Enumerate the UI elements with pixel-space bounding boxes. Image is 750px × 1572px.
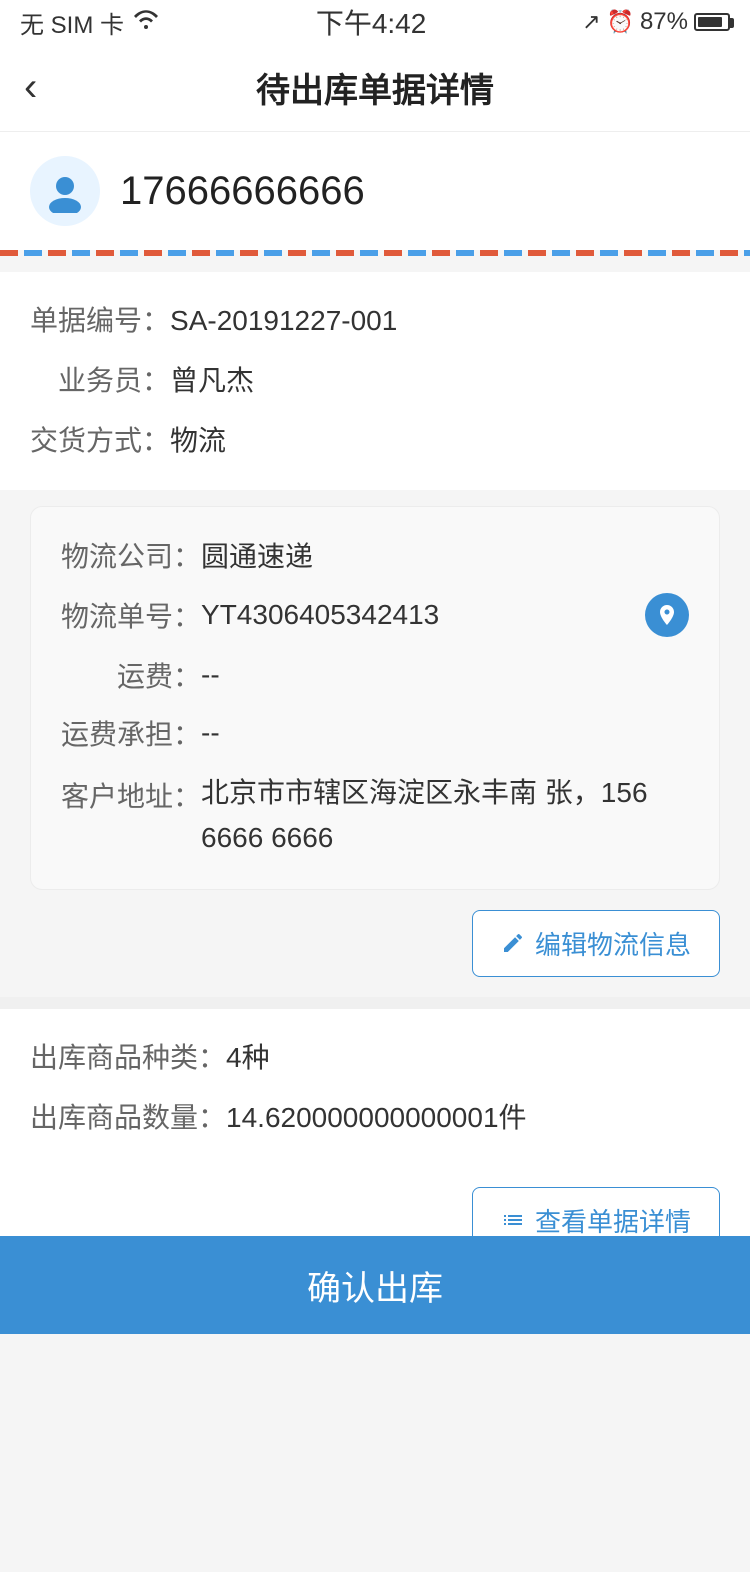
user-phone: 17666666666	[120, 169, 365, 214]
product-quantity-label: 出库商品数量：	[30, 1097, 226, 1139]
tracking-value: YT43064053424​13	[201, 599, 633, 631]
freight-bear-label: 运费承担：	[61, 713, 201, 753]
freight-bear-value: --	[201, 717, 689, 749]
order-no-label: 单据编号：	[30, 300, 170, 342]
salesman-label: 业务员：	[30, 360, 170, 402]
salesman-row: 业务员： 曾凡杰	[30, 360, 720, 402]
battery-label: 87%	[640, 8, 688, 36]
confirm-button-label: 确认出库	[307, 1261, 443, 1310]
section-divider-1	[0, 997, 750, 1009]
freight-row: 运费： --	[61, 655, 689, 695]
status-right: ↗ ⏰ 87%	[582, 8, 730, 36]
avatar	[30, 156, 100, 226]
address-label: 客户地址：	[61, 775, 201, 815]
view-detail-label: 查看单据详情	[535, 1202, 691, 1239]
product-quantity-row: 出库商品数量： 14.620000000000001件	[30, 1097, 720, 1139]
address-row: 客户地址： 北京市市辖区海淀区永丰南 张，156 6666 6666	[61, 771, 689, 861]
basic-info-section: 单据编号： SA-20191227-001 业务员： 曾凡杰 交货方式： 物流	[0, 272, 750, 490]
dashed-divider	[0, 250, 750, 256]
nav-bar: ‹ 待出库单据详情	[0, 44, 750, 132]
page-title: 待出库单据详情	[256, 63, 494, 112]
delivery-value: 物流	[170, 420, 720, 462]
delivery-row: 交货方式： 物流	[30, 420, 720, 462]
freight-bear-row: 运费承担： --	[61, 713, 689, 753]
edit-logistics-label: 编辑物流信息	[535, 925, 691, 962]
location-arrow-icon: ↗	[582, 9, 600, 35]
logistics-company-row: 物流公司： 圆通速递	[61, 535, 689, 575]
status-bar: 无 SIM 卡 下午4:42 ↗ ⏰ 87%	[0, 0, 750, 44]
wifi-icon	[132, 8, 160, 36]
confirm-button[interactable]: 确认出库	[0, 1236, 750, 1334]
user-icon	[43, 169, 87, 213]
back-button[interactable]: ‹	[24, 65, 37, 110]
logistics-card: 物流公司： 圆通速递 物流单号： YT43064053424​13 运费： --…	[30, 506, 720, 890]
location-icon-button[interactable]	[645, 593, 689, 637]
logistics-company-value: 圆通速递	[201, 535, 689, 575]
freight-value: --	[201, 659, 689, 691]
time-label: 下午4:42	[316, 2, 427, 42]
salesman-value: 曾凡杰	[170, 360, 720, 402]
delivery-label: 交货方式：	[30, 420, 170, 462]
user-header: 17666666666	[0, 132, 750, 250]
tracking-row: 物流单号： YT43064053424​13	[61, 593, 689, 637]
product-type-value: 4种	[226, 1037, 720, 1079]
product-info-section: 出库商品种类： 4种 出库商品数量： 14.620000000000001件	[0, 1009, 750, 1167]
edit-icon	[501, 931, 525, 955]
status-left: 无 SIM 卡	[20, 5, 160, 40]
address-value: 北京市市辖区海淀区永丰南 张，156 6666 6666	[201, 771, 689, 861]
list-icon	[501, 1208, 525, 1232]
order-no-row: 单据编号： SA-20191227-001	[30, 300, 720, 342]
map-pin-icon	[655, 603, 679, 627]
alarm-icon: ⏰	[607, 9, 634, 35]
edit-logistics-button[interactable]: 编辑物流信息	[472, 910, 720, 977]
battery-icon	[694, 13, 730, 31]
product-type-row: 出库商品种类： 4种	[30, 1037, 720, 1079]
order-no-value: SA-20191227-001	[170, 300, 720, 342]
freight-label: 运费：	[61, 655, 201, 695]
product-quantity-value: 14.620000000000001件	[226, 1097, 720, 1139]
carrier-label: 无 SIM 卡	[20, 5, 124, 40]
product-type-label: 出库商品种类：	[30, 1037, 226, 1079]
logistics-company-label: 物流公司：	[61, 535, 201, 575]
edit-logistics-area: 编辑物流信息	[30, 890, 720, 997]
tracking-label: 物流单号：	[61, 595, 201, 635]
